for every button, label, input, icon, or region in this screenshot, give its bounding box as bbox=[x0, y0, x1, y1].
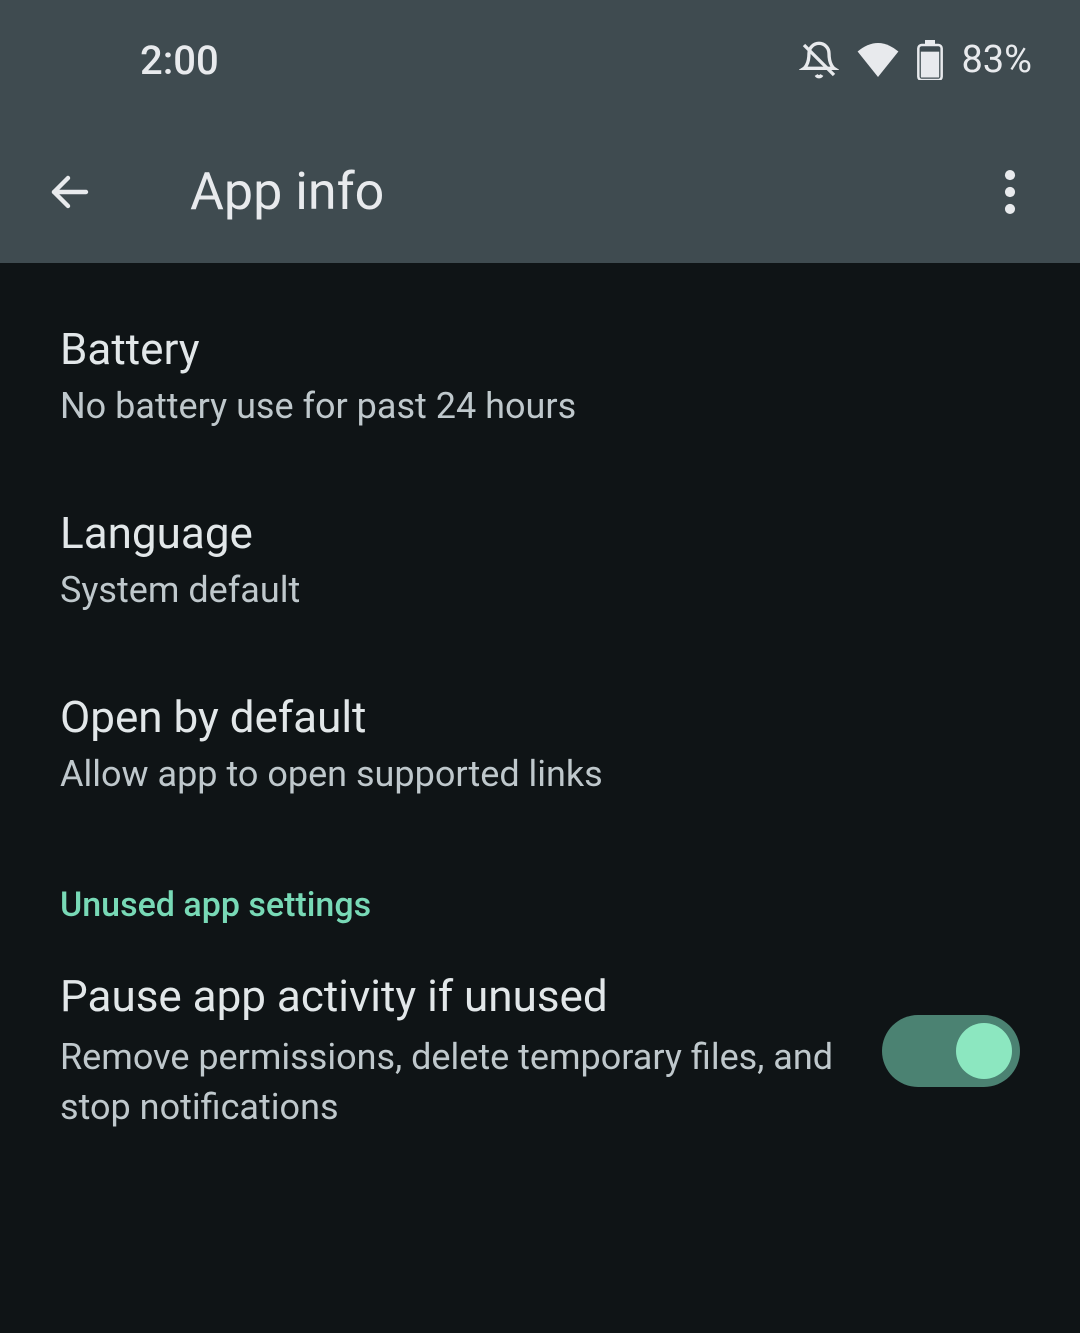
settings-list: Battery No battery use for past 24 hours… bbox=[0, 263, 1080, 1168]
list-item-language[interactable]: Language System default bbox=[0, 467, 1080, 651]
section-header-unused: Unused app settings bbox=[0, 835, 1080, 935]
status-bar: 2:00 83% bbox=[0, 0, 1080, 120]
page-title: App info bbox=[190, 161, 980, 222]
battery-icon bbox=[917, 40, 943, 80]
app-bar: App info bbox=[0, 120, 1080, 263]
item-subtitle: Allow app to open supported links bbox=[60, 753, 1020, 795]
more-vert-icon bbox=[1004, 170, 1016, 214]
list-item-battery[interactable]: Battery No battery use for past 24 hours bbox=[0, 283, 1080, 467]
dnd-off-icon bbox=[799, 40, 839, 80]
item-subtitle: System default bbox=[60, 569, 1020, 611]
toggle-text: Pause app activity if unused Remove perm… bbox=[60, 970, 842, 1133]
list-item-pause-app[interactable]: Pause app activity if unused Remove perm… bbox=[0, 935, 1080, 1168]
item-title: Open by default bbox=[60, 691, 1020, 743]
switch-thumb bbox=[956, 1023, 1012, 1079]
item-subtitle: Remove permissions, delete temporary fil… bbox=[60, 1032, 842, 1133]
arrow-back-icon bbox=[46, 168, 94, 216]
item-title: Pause app activity if unused bbox=[60, 970, 842, 1022]
item-title: Language bbox=[60, 507, 1020, 559]
item-title: Battery bbox=[60, 323, 1020, 375]
list-item-open-by-default[interactable]: Open by default Allow app to open suppor… bbox=[0, 651, 1080, 835]
status-time: 2:00 bbox=[140, 37, 219, 84]
back-button[interactable] bbox=[40, 162, 100, 222]
wifi-icon bbox=[857, 43, 899, 77]
more-options-button[interactable] bbox=[980, 162, 1040, 222]
pause-app-toggle[interactable] bbox=[882, 1015, 1020, 1087]
item-subtitle: No battery use for past 24 hours bbox=[60, 385, 1020, 427]
status-right: 83% bbox=[799, 38, 1032, 82]
battery-percentage: 83% bbox=[961, 38, 1032, 82]
